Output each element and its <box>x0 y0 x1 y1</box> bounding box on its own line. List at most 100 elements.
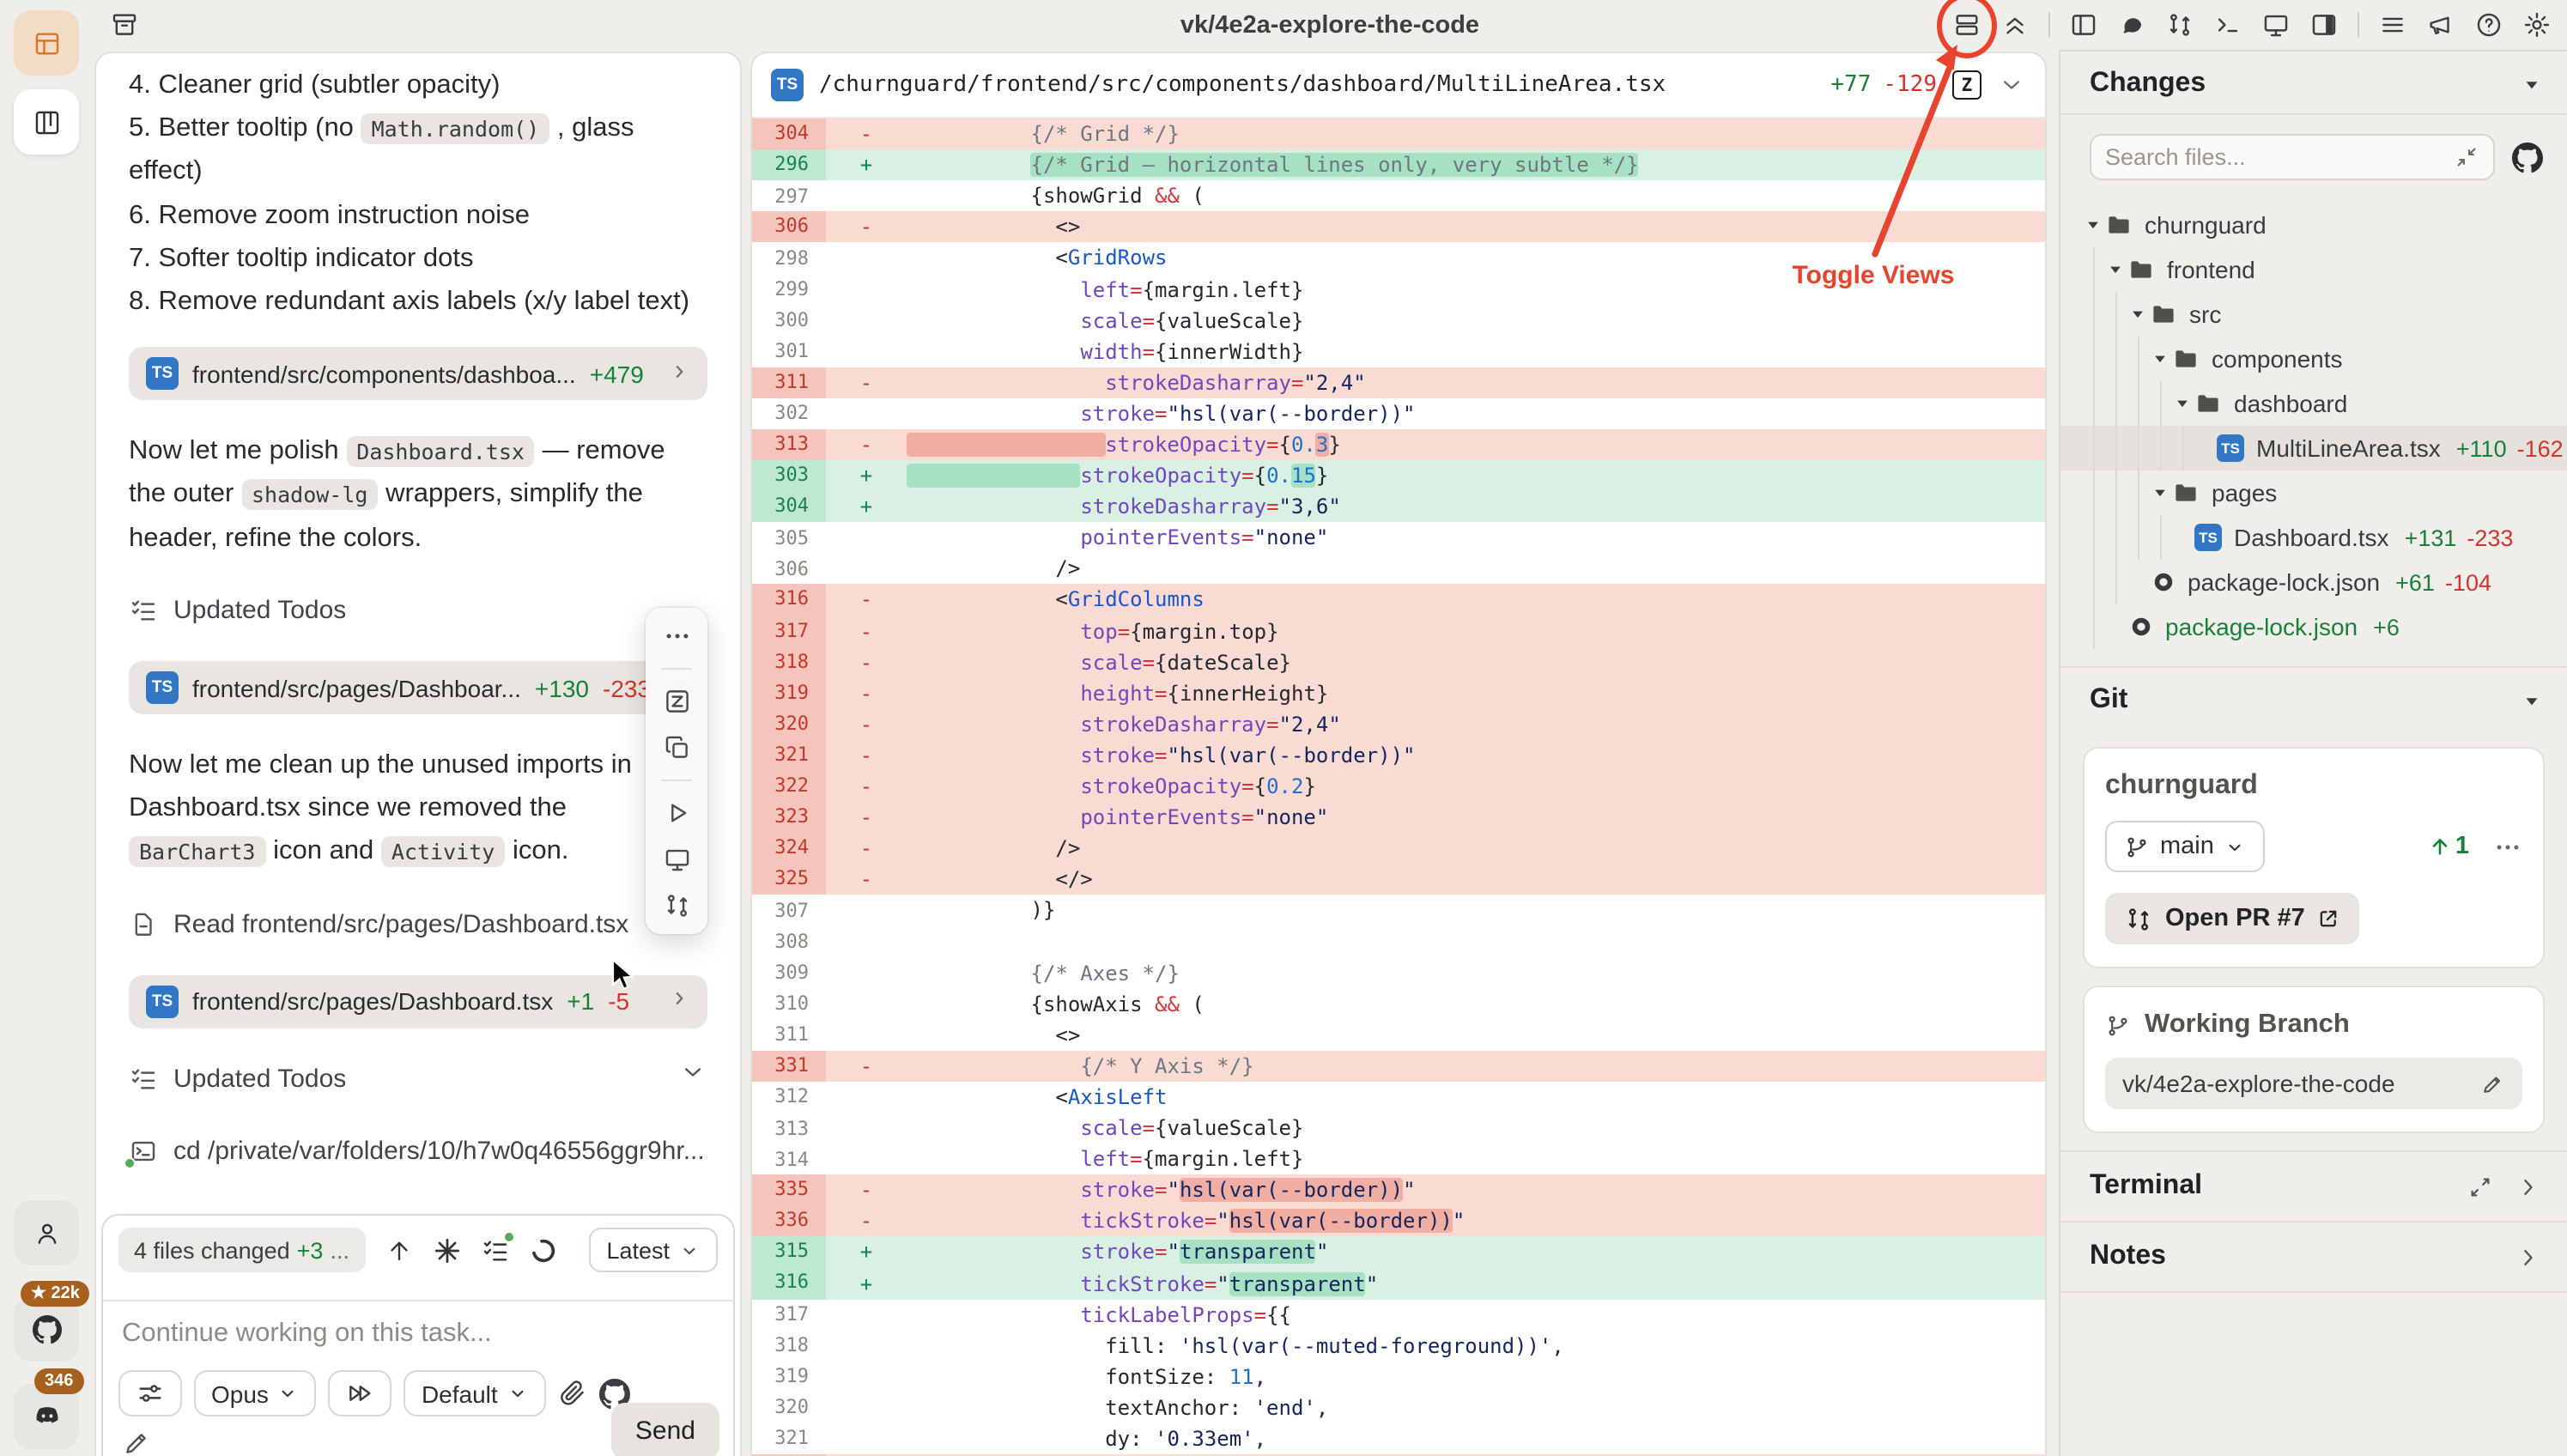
files-changed-chip[interactable]: 4 files changed +3... <box>118 1228 365 1272</box>
menu-button[interactable] <box>2378 10 2407 39</box>
diff-row: 324- /> <box>752 833 2045 864</box>
monitor-button[interactable] <box>2261 10 2291 39</box>
version-selector[interactable]: Latest <box>589 1228 718 1272</box>
file-diff-chip[interactable]: TSfrontend/src/components/dashboa...+479 <box>129 347 707 400</box>
line-number: 317 <box>752 1303 826 1326</box>
terminal-command-row[interactable]: cd /private/var/folders/10/h7w0q46556ggr… <box>129 1130 707 1173</box>
file-search-box[interactable] <box>2090 134 2495 180</box>
github-button[interactable] <box>2512 142 2543 173</box>
model-label: Opus <box>211 1380 269 1407</box>
monitor-button[interactable] <box>662 845 691 874</box>
open-in-zed-button[interactable]: Z <box>1952 70 1981 100</box>
terminal-section-header[interactable]: Terminal <box>2060 1152 2567 1221</box>
diff-row: 316+ tickStroke="transparent" <box>752 1268 2045 1299</box>
tree-folder-row[interactable]: src <box>2060 292 2567 337</box>
branch-selector[interactable]: main <box>2105 821 2266 872</box>
help-button[interactable] <box>2474 10 2503 39</box>
attach-button[interactable] <box>558 1379 587 1408</box>
paperclip-icon <box>558 1379 587 1408</box>
rail-discord-button[interactable]: 346 <box>14 1384 79 1449</box>
assistant-text-line: 8. Remove redundant axis labels (x/y lab… <box>129 280 707 323</box>
megaphone-button[interactable] <box>2426 10 2455 39</box>
file-diff-chip[interactable]: TSfrontend/src/pages/Dashboard.tsx+1-5 <box>129 975 707 1028</box>
panel-left-button[interactable] <box>2069 10 2098 39</box>
working-branch-field[interactable]: vk/4e2a-explore-the-code <box>2105 1058 2522 1109</box>
line-number: 303 <box>752 460 826 491</box>
fast-forward-button[interactable] <box>329 1370 392 1417</box>
file-diff-chip[interactable]: TSfrontend/src/pages/Dashboar...+130-233 <box>129 661 707 714</box>
read-file-row[interactable]: Read frontend/src/pages/Dashboard.tsx <box>129 902 707 945</box>
git-compare-button[interactable] <box>662 891 691 920</box>
panel-right-button[interactable] <box>2309 10 2339 39</box>
message-input[interactable] <box>103 1301 670 1360</box>
tree-file-row[interactable]: TSMultiLineArea.tsx+110-162 <box>2060 426 2567 470</box>
changes-section-header[interactable]: Changes <box>2060 52 2567 113</box>
copy-button[interactable] <box>662 733 691 762</box>
divider <box>2060 113 2567 115</box>
diff-marker: - <box>826 1178 907 1202</box>
tree-file-row[interactable]: package-lock.json+6 <box>2060 604 2567 649</box>
typescript-file-icon: TS <box>146 986 179 1018</box>
rail-github-button[interactable]: ★ 22k <box>14 1296 79 1362</box>
model-selector[interactable]: Opus <box>194 1370 317 1417</box>
search-input[interactable] <box>2105 144 2454 170</box>
spark-button[interactable] <box>432 1235 461 1265</box>
rail-kanban-button[interactable] <box>14 89 79 155</box>
settings-sliders-button[interactable] <box>118 1370 182 1417</box>
gear-button[interactable] <box>2522 10 2552 39</box>
json-file-icon <box>2129 615 2153 639</box>
expand-terminal-button[interactable] <box>2467 1174 2493 1199</box>
triangle-down-icon <box>2521 689 2543 712</box>
scroll-to-top-button[interactable] <box>384 1235 413 1265</box>
open-pr-button[interactable]: Open PR #7 <box>2105 893 2360 944</box>
collapse-changes-button[interactable] <box>2521 73 2543 95</box>
chevrons-up-button[interactable] <box>2000 10 2030 39</box>
tree-folder-row[interactable]: frontend <box>2060 247 2567 292</box>
rows-button[interactable]: Toggle Views <box>1952 10 1981 39</box>
play-icon <box>662 798 691 828</box>
panel-right-icon <box>2309 10 2339 39</box>
tree-file-row[interactable]: TSDashboard.tsx+131-233 <box>2060 515 2567 560</box>
collapse-git-button[interactable] <box>2521 689 2543 712</box>
code-line: <AxisLeft <box>907 1085 2045 1109</box>
collapse-tree-button[interactable] <box>2454 144 2479 170</box>
chevron-down-icon[interactable] <box>678 1058 707 1101</box>
tree-guide <box>2115 337 2138 381</box>
todos-button[interactable] <box>480 1235 509 1265</box>
mode-selector[interactable]: Default <box>404 1370 546 1417</box>
open-notes-button[interactable] <box>2514 1242 2543 1271</box>
archive-button[interactable] <box>110 10 139 39</box>
tree-folder-row[interactable]: churnguard <box>2060 203 2567 247</box>
repo-more-button[interactable] <box>2493 832 2522 861</box>
updated-todos-row[interactable]: Updated Todos <box>129 589 707 632</box>
pencil-icon <box>2479 1071 2505 1096</box>
send-button[interactable]: Send <box>611 1403 719 1456</box>
rail-person-button[interactable] <box>14 1200 79 1265</box>
play-button[interactable] <box>662 798 691 828</box>
git-section-header[interactable]: Git <box>2060 668 2567 730</box>
tree-file-row[interactable]: package-lock.json+61-104 <box>2060 560 2567 604</box>
diff-row: 304+ strokeDasharray="3,6" <box>752 491 2045 522</box>
caret-down-icon[interactable] <box>2085 216 2102 234</box>
collapse-diff-button[interactable] <box>1997 70 2026 100</box>
git-compare-button[interactable] <box>2165 10 2194 39</box>
more-options-button[interactable] <box>662 622 691 651</box>
zed-button[interactable] <box>662 687 691 716</box>
rail-layout-button[interactable] <box>14 10 79 76</box>
diff-row: 301 width={innerWidth} <box>752 336 2045 367</box>
typescript-file-icon: TS <box>2217 434 2244 462</box>
line-number: 318 <box>752 646 826 677</box>
notes-section-header[interactable]: Notes <box>2060 1222 2567 1291</box>
open-terminal-button[interactable] <box>2514 1172 2543 1201</box>
diff-row: 317 tickLabelProps={{ <box>752 1299 2045 1330</box>
chat-bubble-button[interactable] <box>2117 10 2146 39</box>
edit-branch-button[interactable] <box>2479 1071 2505 1096</box>
updated-todos-row[interactable]: Updated Todos <box>129 1058 707 1101</box>
tree-folder-row[interactable]: pages <box>2060 470 2567 515</box>
code-line: <> <box>907 215 2045 240</box>
line-number: 296 <box>752 149 826 180</box>
code-line: stroke="hsl(var(--border))" <box>907 1178 2045 1202</box>
tree-folder-row[interactable]: components <box>2060 337 2567 381</box>
tree-folder-row[interactable]: dashboard <box>2060 381 2567 426</box>
terminal-prompt-button[interactable] <box>2213 10 2242 39</box>
